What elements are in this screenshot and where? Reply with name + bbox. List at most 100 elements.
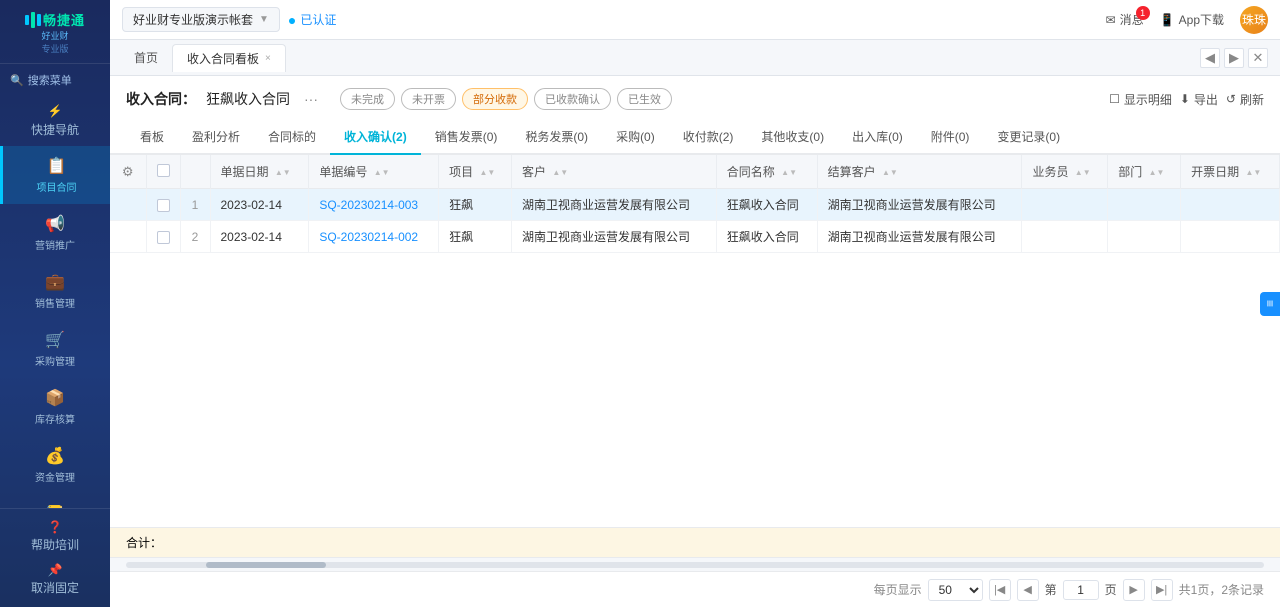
content: 收入合同： 狂飙收入合同 ··· 未完成 未开票 部分收款 已收款确认 已生效 … — [110, 76, 1280, 607]
sub-tab-purchase[interactable]: 采购(0) — [602, 120, 669, 155]
status-tag-partial[interactable]: 部分收款 — [462, 88, 528, 110]
total-page-info: 共1页，2条记录 — [1179, 581, 1264, 598]
data-table: ⚙ 单据日期 ▲▼ 单据编号 — [110, 155, 1280, 253]
sidebar-item-help[interactable]: ❓ 帮助培训 — [0, 515, 110, 558]
sidebar-item-sales[interactable]: 💼 销售管理 — [0, 262, 110, 320]
per-page-select[interactable]: 50 100 200 — [928, 579, 983, 601]
user-avatar[interactable]: 珠珠 — [1240, 6, 1268, 34]
row-1-number-link[interactable]: SQ-20230214-003 — [319, 198, 418, 212]
project-header-label: 项目 — [449, 165, 473, 179]
table-contract-name-header[interactable]: 合同名称 ▲▼ — [716, 155, 817, 189]
sales-rep-header-label: 业务员 — [1032, 165, 1068, 179]
sub-tab-tax-invoice[interactable]: 税务发票(0) — [511, 120, 602, 155]
tab-close-icon[interactable]: × — [265, 53, 271, 64]
tab-close-all-button[interactable]: ✕ — [1248, 48, 1268, 68]
table-scrollbar[interactable] — [110, 557, 1280, 571]
tab-prev-button[interactable]: ◀ — [1200, 48, 1220, 68]
show-detail-button[interactable]: ☐ 显示明细 — [1109, 91, 1172, 108]
sidebar-item-label: 项目合同 — [37, 179, 77, 194]
sales-rep-sort-icon: ▲▼ — [1075, 169, 1091, 177]
table-number-header[interactable]: 单据编号 ▲▼ — [309, 155, 439, 189]
table-row[interactable]: 1 2023-02-14 SQ-20230214-003 狂飙 湖南卫视商业运营… — [110, 189, 1280, 221]
table-area: ⚙ 单据日期 ▲▼ 单据编号 — [110, 155, 1280, 607]
pagination-first-button[interactable]: |◀ — [989, 579, 1011, 601]
sidebar-quick-label: 快捷导航 — [31, 121, 79, 138]
main-area: 好业财专业版演示帐套 ▼ ● 已认证 ✉ 消息 1 📱 App下载 珠珠 — [110, 0, 1280, 607]
row-2-checkbox[interactable] — [157, 231, 170, 244]
pagination-next-button[interactable]: ▶ — [1123, 579, 1145, 601]
tab-next-button[interactable]: ▶ — [1224, 48, 1244, 68]
sidebar-item-inventory[interactable]: 📦 库存核算 — [0, 378, 110, 436]
row-1-date: 2023-02-14 — [210, 189, 309, 221]
sub-tab-dashboard[interactable]: 看板 — [126, 120, 178, 155]
table-result-customer-header[interactable]: 结算客户 ▲▼ — [817, 155, 1022, 189]
sidebar-item-label: 采购管理 — [35, 353, 75, 368]
date-sort-icon: ▲▼ — [275, 169, 291, 177]
table-customer-header[interactable]: 客户 ▲▼ — [511, 155, 716, 189]
export-button[interactable]: ⬇ 导出 — [1180, 91, 1218, 108]
more-options-button[interactable]: ··· — [300, 91, 322, 107]
sidebar-search-label: 搜索菜单 — [28, 72, 72, 88]
status-tag-no-invoice[interactable]: 未开票 — [401, 88, 456, 110]
company-selector[interactable]: 好业财专业版演示帐套 ▼ — [122, 7, 280, 32]
topbar-left: 好业财专业版演示帐套 ▼ ● 已认证 — [122, 7, 336, 32]
sidebar-quick-nav[interactable]: ⚡ 快捷导航 — [0, 96, 110, 146]
row-1-checkbox[interactable] — [157, 199, 170, 212]
sidebar-item-purchase[interactable]: 🛒 采购管理 — [0, 320, 110, 378]
sub-tab-out-storage-label: 出入库(0) — [852, 130, 903, 144]
row-1-customer: 湖南卫视商业运营发展有限公司 — [511, 189, 716, 221]
pagination-prev-button[interactable]: ◀ — [1017, 579, 1039, 601]
settings-icon[interactable]: ⚙ — [122, 164, 134, 179]
refresh-button[interactable]: ↺ 刷新 — [1226, 91, 1264, 108]
sidebar-item-capital[interactable]: 💰 资金管理 — [0, 436, 110, 494]
status-tag-effective[interactable]: 已生效 — [617, 88, 672, 110]
right-panel-toggle[interactable]: ≡ — [1260, 291, 1280, 315]
content-contract-name: 狂飙收入合同 — [206, 89, 290, 109]
app-download-button[interactable]: 📱 App下载 — [1160, 11, 1224, 28]
sub-tab-other-income[interactable]: 其他收支(0) — [747, 120, 838, 155]
row-checkbox-1[interactable] — [146, 189, 180, 221]
sub-tab-out-storage[interactable]: 出入库(0) — [838, 120, 917, 155]
scrollbar-thumb[interactable] — [206, 562, 326, 568]
sidebar-item-general-ledger[interactable]: 📒 总账管理 — [0, 494, 110, 508]
sub-tab-contract-standard[interactable]: 合同标的 — [254, 120, 330, 155]
page-number-input[interactable] — [1063, 580, 1099, 600]
sidebar-item-label: 资金管理 — [35, 469, 75, 484]
page-label-prefix: 第 — [1045, 581, 1057, 598]
sub-tab-change-log[interactable]: 变更记录(0) — [983, 120, 1074, 155]
topbar-right: ✉ 消息 1 📱 App下载 珠珠 — [1106, 6, 1268, 34]
sub-tab-profit-label: 盈利分析 — [192, 130, 240, 144]
select-all-checkbox[interactable] — [157, 164, 170, 177]
sidebar-item-pin[interactable]: 📌 取消固定 — [0, 558, 110, 601]
customer-header-label: 客户 — [522, 165, 546, 179]
table-open-date-header[interactable]: 开票日期 ▲▼ — [1181, 155, 1280, 189]
table-date-header[interactable]: 单据日期 ▲▼ — [210, 155, 309, 189]
row-2-number-link[interactable]: SQ-20230214-002 — [319, 230, 418, 244]
page-label-suffix: 页 — [1105, 581, 1117, 598]
sub-tab-sales-invoice[interactable]: 销售发票(0) — [421, 120, 512, 155]
table-sales-rep-header[interactable]: 业务员 ▲▼ — [1022, 155, 1108, 189]
sidebar-item-label: 库存核算 — [35, 411, 75, 426]
sidebar-search[interactable]: 🔍 搜索菜单 — [0, 64, 110, 96]
row-checkbox-2[interactable] — [146, 221, 180, 253]
sub-tab-profit[interactable]: 盈利分析 — [178, 120, 254, 155]
status-tag-confirmed[interactable]: 已收款确认 — [534, 88, 611, 110]
sidebar-item-marketing[interactable]: 📢 营销推广 — [0, 204, 110, 262]
table-project-header[interactable]: 项目 ▲▼ — [439, 155, 512, 189]
certified-dot-icon: ● — [288, 12, 296, 28]
table-row[interactable]: 2 2023-02-14 SQ-20230214-002 狂飙 湖南卫视商业运营… — [110, 221, 1280, 253]
table-department-header[interactable]: 部门 ▲▼ — [1108, 155, 1181, 189]
pagination: 每页显示 50 100 200 |◀ ◀ 第 页 ▶ ▶| 共1页，2条记录 — [110, 571, 1280, 607]
company-name: 好业财专业版演示帐套 — [133, 11, 253, 28]
tab-home[interactable]: 首页 — [122, 45, 170, 70]
sub-tab-payment[interactable]: 收付款(2) — [669, 120, 748, 155]
tab-income-contract[interactable]: 收入合同看板 × — [172, 44, 286, 72]
pagination-last-button[interactable]: ▶| — [1151, 579, 1173, 601]
tab-nav-group: ◀ ▶ ✕ — [1200, 48, 1268, 68]
sub-tab-income-confirm[interactable]: 收入确认(2) — [330, 120, 421, 155]
sub-tab-attachment[interactable]: 附件(0) — [917, 120, 984, 155]
sidebar-item-project-contract[interactable]: 📋 项目合同 — [0, 146, 110, 204]
sub-tab-other-income-label: 其他收支(0) — [761, 130, 824, 144]
status-tag-incomplete[interactable]: 未完成 — [340, 88, 395, 110]
message-button[interactable]: ✉ 消息 1 — [1106, 11, 1144, 28]
